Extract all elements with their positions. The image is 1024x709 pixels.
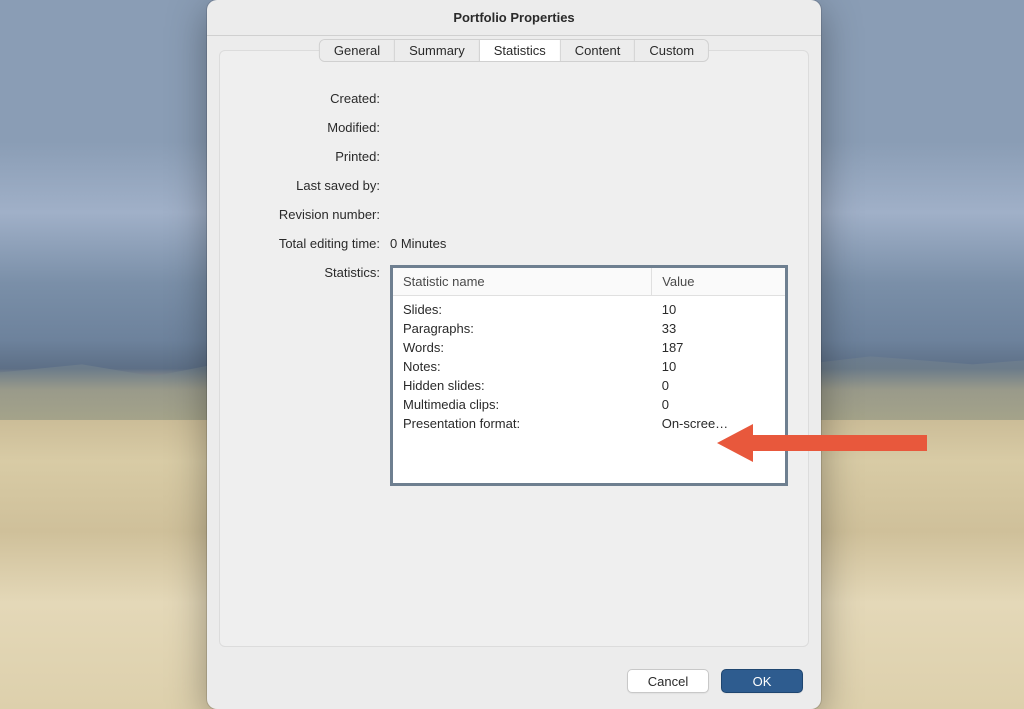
stat-value: 33	[652, 319, 785, 338]
row-statistics: Statistics: Statistic name Value Slides:	[240, 265, 788, 486]
stat-value: 0	[652, 395, 785, 414]
stats-header-value[interactable]: Value	[652, 268, 785, 296]
arrow-icon	[717, 418, 927, 468]
row-revision-number: Revision number:	[240, 207, 788, 222]
label-revision-number: Revision number:	[240, 207, 390, 222]
table-row: Hidden slides: 0	[393, 376, 785, 395]
row-total-editing-time: Total editing time: 0 Minutes	[240, 236, 788, 251]
stat-name: Multimedia clips:	[393, 395, 652, 414]
stat-value: 187	[652, 338, 785, 357]
stat-value: 0	[652, 376, 785, 395]
label-last-saved-by: Last saved by:	[240, 178, 390, 193]
dialog-button-row: Cancel OK	[207, 659, 821, 709]
stat-name: Paragraphs:	[393, 319, 652, 338]
table-row: Paragraphs: 33	[393, 319, 785, 338]
tab-custom[interactable]: Custom	[635, 40, 708, 61]
cancel-button[interactable]: Cancel	[627, 669, 709, 693]
stat-name: Hidden slides:	[393, 376, 652, 395]
label-statistics: Statistics:	[240, 265, 390, 280]
row-last-saved-by: Last saved by:	[240, 178, 788, 193]
tab-general[interactable]: General	[320, 40, 395, 61]
tab-bar: General Summary Statistics Content Custo…	[319, 39, 709, 62]
stat-name: Presentation format:	[393, 414, 652, 433]
dialog-content: General Summary Statistics Content Custo…	[219, 50, 809, 647]
tab-summary[interactable]: Summary	[395, 40, 480, 61]
table-row: Slides: 10	[393, 296, 785, 320]
label-modified: Modified:	[240, 120, 390, 135]
dialog-title: Portfolio Properties	[207, 0, 821, 36]
annotation-arrow	[717, 418, 927, 468]
table-row: Multimedia clips: 0	[393, 395, 785, 414]
stat-value: 10	[652, 357, 785, 376]
table-row: Notes: 10	[393, 357, 785, 376]
stat-name: Slides:	[393, 296, 652, 320]
table-row: Words: 187	[393, 338, 785, 357]
tab-content[interactable]: Content	[561, 40, 636, 61]
value-total-editing-time: 0 Minutes	[390, 236, 788, 251]
ok-button[interactable]: OK	[721, 669, 803, 693]
row-printed: Printed:	[240, 149, 788, 164]
label-total-editing-time: Total editing time:	[240, 236, 390, 251]
row-created: Created:	[240, 91, 788, 106]
row-modified: Modified:	[240, 120, 788, 135]
tab-statistics[interactable]: Statistics	[480, 40, 561, 61]
stats-header-name[interactable]: Statistic name	[393, 268, 652, 296]
label-created: Created:	[240, 91, 390, 106]
stat-value: 10	[652, 296, 785, 320]
stat-name: Notes:	[393, 357, 652, 376]
properties-dialog: Portfolio Properties General Summary Sta…	[207, 0, 821, 709]
label-printed: Printed:	[240, 149, 390, 164]
stat-name: Words:	[393, 338, 652, 357]
